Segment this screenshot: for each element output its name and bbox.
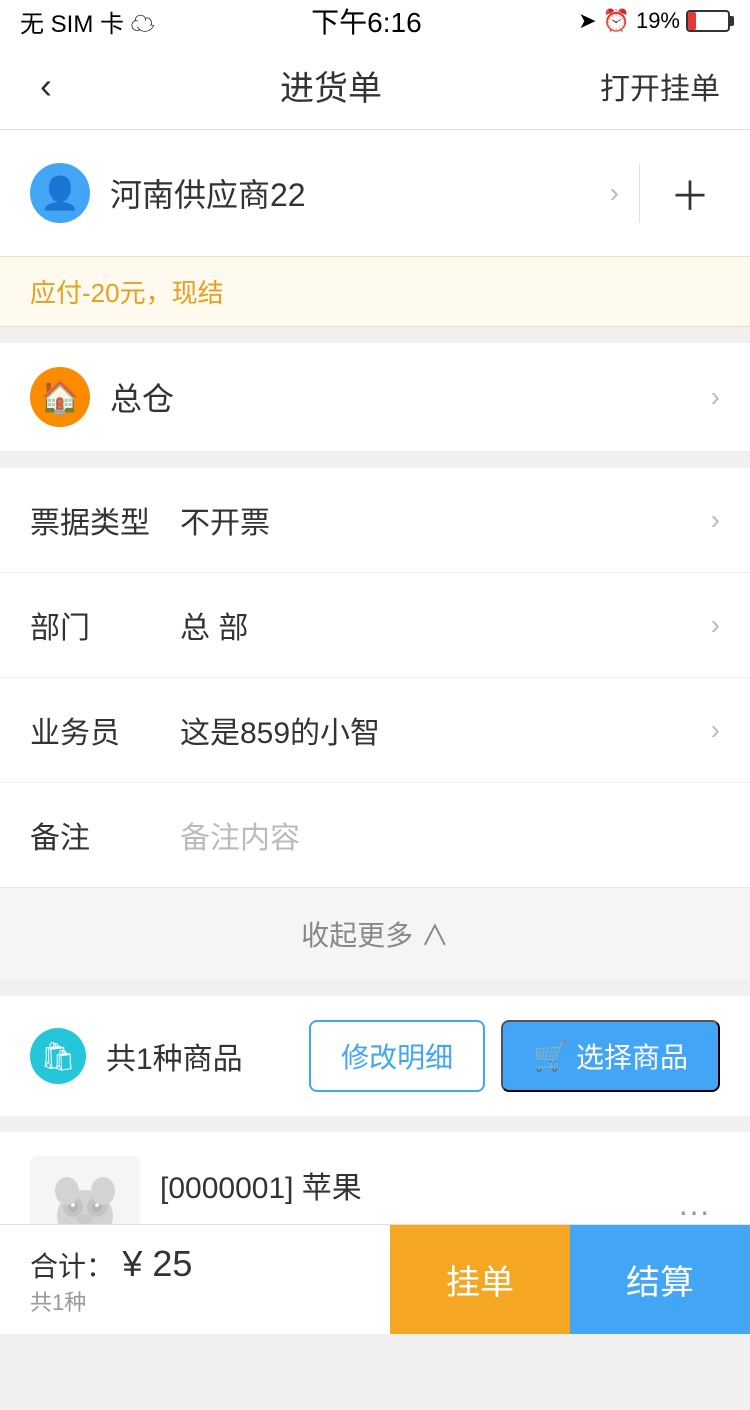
alarm-icon: ⏰ [603,8,630,34]
supplier-avatar: 👤 [30,163,90,223]
collapse-button[interactable]: 收起更多 ∧ [0,887,750,980]
supplier-name: 河南供应商22 [110,170,610,216]
form-section: 票据类型 不开票 › 部门 总 部 › 业务员 这是859的小智 › 备注 备注… [0,467,750,980]
content: 👤 河南供应商22 › ＋ 应付-20元，现结 🏠 总仓 › 票据类型 不开票 … [0,130,750,1410]
chevron-right-icon: › [610,177,619,209]
status-left: 无 SIM 卡 ☁ [20,4,155,39]
salesperson-value: 这是859的小智 [180,708,711,752]
location-icon: ➤ [578,8,596,34]
select-product-label: 选择商品 [576,1036,688,1076]
invoice-label: 票据类型 [30,498,180,542]
warehouse-section[interactable]: 🏠 总仓 › [0,343,750,451]
hang-button[interactable]: 挂单 [390,1225,570,1334]
chevron-right-icon: › [711,714,720,746]
remark-value: 备注内容 [180,813,720,857]
chevron-right-icon: › [711,609,720,641]
nav-bar: ‹ 进货单 打开挂单 [0,42,750,130]
remark-label: 备注 [30,813,180,857]
products-icon: 🛍 [40,1040,76,1073]
back-button[interactable]: ‹ [30,55,62,117]
status-time: 下午6:16 [311,1,422,41]
total-count: 共1种 [30,1285,360,1317]
warehouse-icon-wrap: 🏠 [30,367,90,427]
remark-row[interactable]: 备注 备注内容 [0,782,750,887]
supplier-row[interactable]: 👤 河南供应商22 › ＋ [0,130,750,256]
chevron-right-icon: › [711,381,720,413]
products-icon-wrap: 🛍 [30,1028,86,1084]
checkout-button[interactable]: 结算 [570,1225,750,1334]
vertical-divider [639,163,640,223]
sim-label: 无 SIM 卡 ☁ [20,4,155,39]
products-count: 共1种商品 [106,1034,309,1078]
invoice-row[interactable]: 票据类型 不开票 › [0,467,750,572]
salesperson-label: 业务员 [30,708,180,752]
bottom-bar: 合计： ¥ 25 共1种 挂单 结算 [0,1224,750,1334]
page-title: 进货单 [280,61,382,110]
battery-icon [686,10,730,32]
status-right: ➤ ⏰ 19% [578,8,730,34]
chevron-right-icon: › [711,504,720,536]
total-row: 合计： ¥ 25 [30,1243,360,1285]
department-value: 总 部 [180,603,711,647]
salesperson-row[interactable]: 业务员 这是859的小智 › [0,677,750,782]
warehouse-icon: 🏠 [40,378,80,416]
person-icon: 👤 [40,174,80,212]
status-bar: 无 SIM 卡 ☁ 下午6:16 ➤ ⏰ 19% [0,0,750,42]
department-label: 部门 [30,603,180,647]
select-product-button[interactable]: 🛒 选择商品 [501,1020,720,1092]
invoice-value: 不开票 [180,498,711,542]
open-hang-button[interactable]: 打开挂单 [600,64,720,108]
select-product-icon: 🛒 [533,1040,568,1073]
products-header: 🛍 共1种商品 修改明细 🛒 选择商品 [0,996,750,1116]
total-amount: ¥ 25 [122,1243,192,1284]
supplier-section: 👤 河南供应商22 › ＋ 应付-20元，现结 [0,130,750,327]
battery-percent: 19% [636,8,680,34]
notice-bar: 应付-20元，现结 [0,256,750,327]
department-row[interactable]: 部门 总 部 › [0,572,750,677]
product-name: [0000001] 苹果 [160,1163,668,1207]
edit-detail-button[interactable]: 修改明细 [309,1020,485,1092]
warehouse-name: 总仓 [110,374,711,420]
total-label: 合计： [30,1251,114,1282]
total-section: 合计： ¥ 25 共1种 [0,1225,390,1334]
add-button[interactable]: ＋ [660,154,720,232]
